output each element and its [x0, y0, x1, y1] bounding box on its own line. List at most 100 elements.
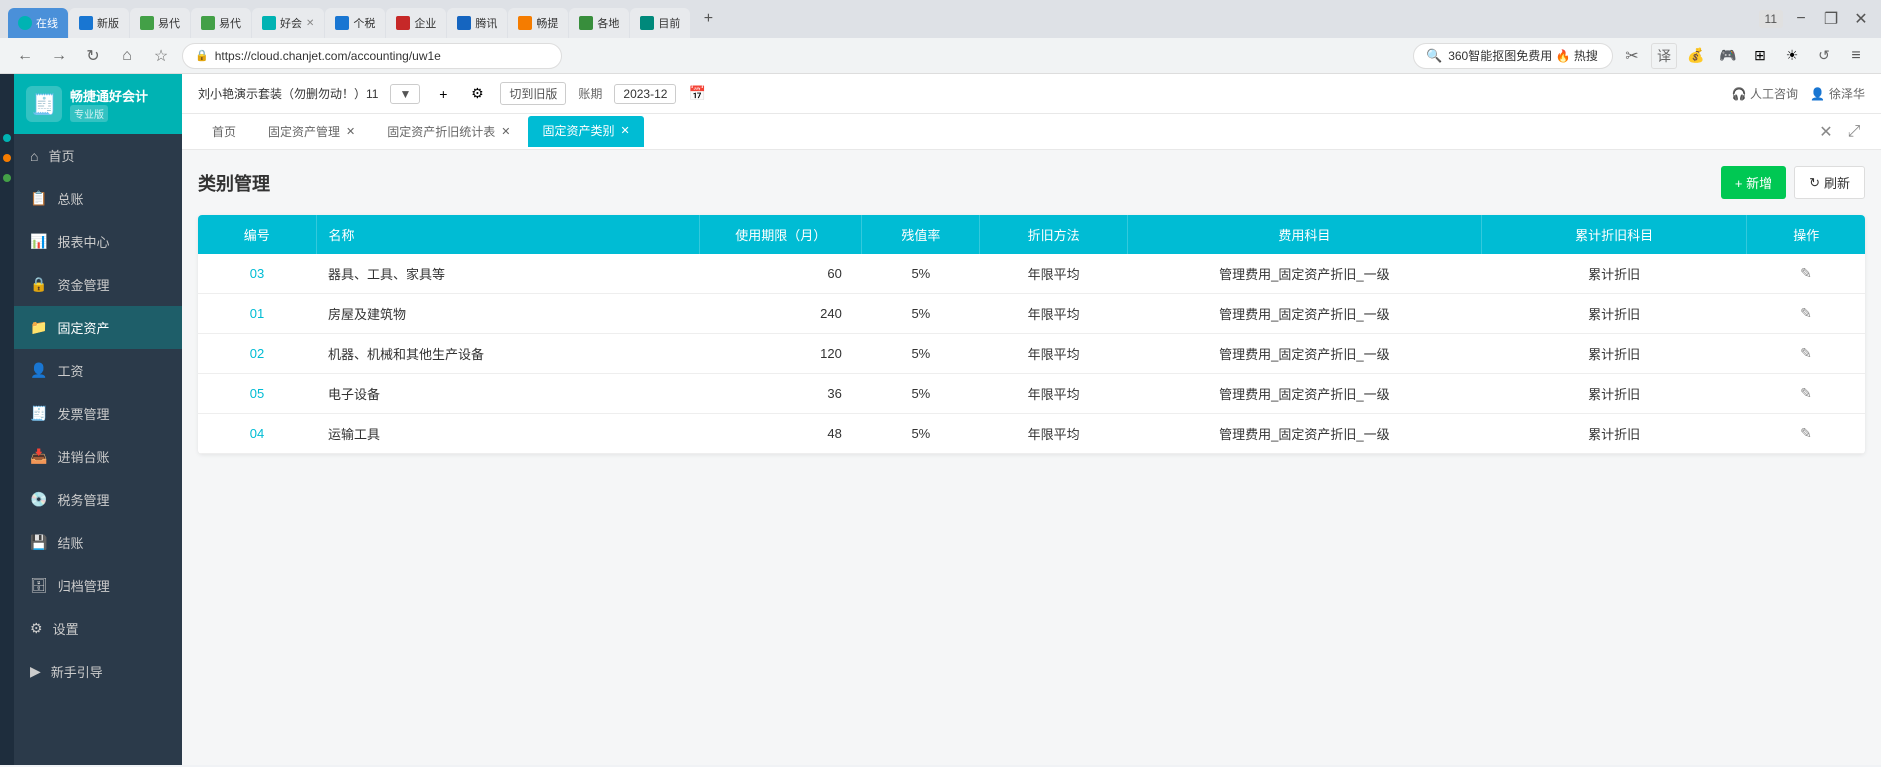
period-label: 账期: [578, 85, 602, 102]
bookmark-button[interactable]: ☆: [148, 43, 174, 69]
cell-action-0[interactable]: ✎: [1747, 254, 1865, 294]
sidebar-item-salary[interactable]: 👤 工资: [14, 349, 182, 392]
browser-tab-haohui[interactable]: 好会 ✕: [252, 8, 324, 38]
page-title: 类别管理: [198, 170, 270, 196]
top-bar-right: 🎧 人工咨询 👤 徐泽华: [1732, 85, 1865, 102]
security-icon: 🔒: [195, 49, 209, 62]
th-expense: 费用科目: [1127, 215, 1481, 254]
sidebar-item-tax[interactable]: 💿 税务管理: [14, 478, 182, 521]
sidebar-item-settings[interactable]: ⚙ 设置: [14, 607, 182, 650]
close-button[interactable]: ✕: [1849, 7, 1873, 31]
cell-expense-4: 管理费用_固定资产折旧_一级: [1127, 414, 1481, 454]
edit-icon-1[interactable]: ✎: [1800, 305, 1812, 321]
sun-button[interactable]: ☀: [1779, 43, 1805, 69]
browser-tab-enterprise[interactable]: 企业: [386, 8, 446, 38]
browser-tab-online[interactable]: 在线: [8, 8, 68, 38]
expand-button[interactable]: ▼: [390, 84, 420, 104]
cell-code-1[interactable]: 01: [198, 294, 316, 334]
cell-action-1[interactable]: ✎: [1747, 294, 1865, 334]
browser-tab-close[interactable]: ✕: [306, 18, 314, 29]
sidebar-item-label: 总账: [57, 189, 83, 208]
reload-button[interactable]: ↻: [80, 43, 106, 69]
tab-asset-depreciation-close[interactable]: ✕: [501, 125, 510, 138]
sidebar-item-fixed-assets[interactable]: 📁 固定资产: [14, 306, 182, 349]
add-entry-button[interactable]: +: [432, 83, 454, 105]
refresh-button[interactable]: ↻ 刷新: [1794, 166, 1865, 199]
restore-button[interactable]: ❐: [1819, 7, 1843, 31]
translate-button[interactable]: 译: [1651, 43, 1677, 69]
add-category-button[interactable]: + 新增: [1721, 166, 1786, 199]
sidebar-item-funds[interactable]: 🔒 资金管理: [14, 263, 182, 306]
cell-expense-2: 管理费用_固定资产折旧_一级: [1127, 334, 1481, 374]
edit-icon-4[interactable]: ✎: [1800, 425, 1812, 441]
tab-asset-mgmt[interactable]: 固定资产管理 ✕: [254, 117, 369, 146]
new-tab-button[interactable]: +: [696, 7, 720, 31]
tax-icon: 💿: [30, 491, 47, 508]
closing-icon: 💾: [30, 534, 47, 551]
menu-button[interactable]: ≡: [1843, 43, 1869, 69]
search-text: 360智能抠图免费用 🔥 热搜: [1448, 47, 1598, 64]
th-residual: 残值率: [862, 215, 980, 254]
sidebar-item-guide[interactable]: ▶ 新手引导: [14, 650, 182, 693]
browser-tab-tencent[interactable]: 腾讯: [447, 8, 507, 38]
cell-action-2[interactable]: ✎: [1747, 334, 1865, 374]
cell-action-3[interactable]: ✎: [1747, 374, 1865, 414]
cell-name-2: 机器、机械和其他生产设备: [316, 334, 700, 374]
browser-tab-yidai1[interactable]: 易代: [130, 8, 190, 38]
cell-accumulated-4: 累计折旧: [1481, 414, 1747, 454]
browser-tab-new[interactable]: 新版: [69, 8, 129, 38]
calendar-icon[interactable]: 📅: [688, 85, 705, 102]
sidebar-item-label: 固定资产: [57, 318, 109, 337]
cell-code-4[interactable]: 04: [198, 414, 316, 454]
cell-action-4[interactable]: ✎: [1747, 414, 1865, 454]
consult-link[interactable]: 🎧 人工咨询: [1732, 85, 1798, 102]
scissor-icon[interactable]: ✂: [1619, 43, 1645, 69]
settings-gear-button[interactable]: ⚙: [466, 83, 488, 105]
wallet-button[interactable]: 💰: [1683, 43, 1709, 69]
sidebar-item-reports[interactable]: 📊 报表中心: [14, 220, 182, 263]
logo-icon: 🧾: [26, 86, 62, 122]
edit-icon-2[interactable]: ✎: [1800, 345, 1812, 361]
switch-old-version-btn[interactable]: 切到旧版: [500, 82, 566, 105]
game-button[interactable]: 🎮: [1715, 43, 1741, 69]
browser-tab-current[interactable]: 目前: [630, 8, 690, 38]
user-profile[interactable]: 👤 徐泽华: [1810, 85, 1865, 102]
grid-button[interactable]: ⊞: [1747, 43, 1773, 69]
tab-window-close[interactable]: ✕: [1815, 121, 1837, 143]
table-row: 05 电子设备 36 5% 年限平均 管理费用_固定资产折旧_一级 累计折旧 ✎: [198, 374, 1865, 414]
tab-home[interactable]: 首页: [198, 117, 250, 146]
cell-residual-3: 5%: [862, 374, 980, 414]
tab-asset-category-close[interactable]: ✕: [621, 124, 630, 137]
sidebar-item-ledger[interactable]: 📋 总账: [14, 177, 182, 220]
cell-code-0[interactable]: 03: [198, 254, 316, 294]
sidebar-item-archive[interactable]: 🗄 归档管理: [14, 564, 182, 607]
home-nav-button[interactable]: ⌂: [114, 43, 140, 69]
edit-icon-0[interactable]: ✎: [1800, 265, 1812, 281]
sidebar-item-purchase-sales[interactable]: 📥 进销台账: [14, 435, 182, 478]
minimize-button[interactable]: −: [1789, 7, 1813, 31]
tab-asset-mgmt-close[interactable]: ✕: [346, 125, 355, 138]
tab-count-badge: 11: [1759, 10, 1783, 28]
browser-tab-gedi[interactable]: 各地: [569, 8, 629, 38]
search-bar[interactable]: 🔍 360智能抠图免费用 🔥 热搜: [1413, 43, 1613, 69]
tab-window-expand[interactable]: ⤢: [1843, 121, 1865, 143]
search-icon: 🔍: [1426, 48, 1442, 64]
url-bar[interactable]: 🔒 https://cloud.chanjet.com/accounting/u…: [182, 43, 562, 69]
undo-button[interactable]: ↺: [1811, 43, 1837, 69]
cell-code-2[interactable]: 02: [198, 334, 316, 374]
cell-residual-0: 5%: [862, 254, 980, 294]
edit-icon-3[interactable]: ✎: [1800, 385, 1812, 401]
sidebar-item-label: 首页: [48, 146, 74, 165]
table-row: 04 运输工具 48 5% 年限平均 管理费用_固定资产折旧_一级 累计折旧 ✎: [198, 414, 1865, 454]
forward-button[interactable]: →: [46, 43, 72, 69]
back-button[interactable]: ←: [12, 43, 38, 69]
browser-tab-tax[interactable]: 个税: [325, 8, 385, 38]
sidebar-item-home[interactable]: ⌂ 首页: [14, 134, 182, 177]
browser-tab-yidai2[interactable]: 易代: [191, 8, 251, 38]
tab-asset-depreciation[interactable]: 固定资产折旧统计表 ✕: [373, 117, 524, 146]
browser-tab-changti[interactable]: 畅提: [508, 8, 568, 38]
sidebar-item-closing[interactable]: 💾 结账: [14, 521, 182, 564]
cell-code-3[interactable]: 05: [198, 374, 316, 414]
tab-asset-category[interactable]: 固定资产类别 ✕: [528, 116, 643, 147]
sidebar-item-invoice[interactable]: 🧾 发票管理: [14, 392, 182, 435]
